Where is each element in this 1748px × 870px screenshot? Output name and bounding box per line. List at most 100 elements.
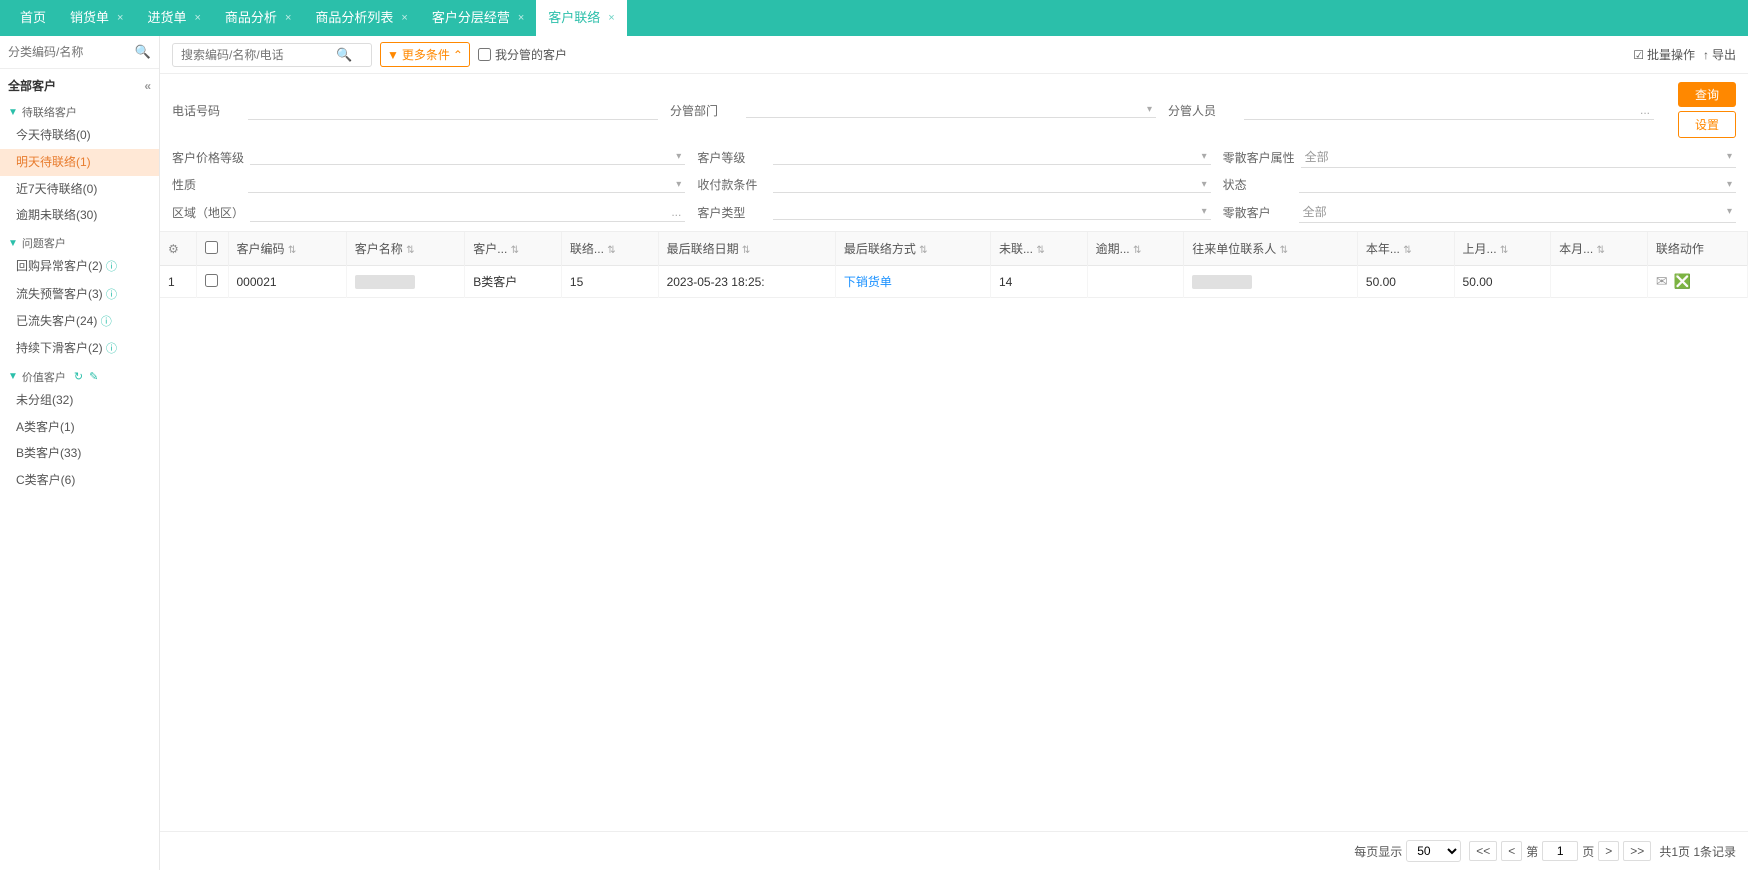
sort-icon-overdue[interactable]: ⇅ xyxy=(1133,245,1141,256)
chevron-down-icon-8: ▾ xyxy=(1202,206,1207,217)
filter-more-btn[interactable]: ▼ 更多条件 ⌃ xyxy=(380,42,470,67)
td-this-month xyxy=(1551,266,1648,298)
sort-icon-unit[interactable]: ⇅ xyxy=(1280,245,1288,256)
sidebar-search-input[interactable] xyxy=(8,45,135,59)
page-size-select[interactable]: 50 10 20 100 xyxy=(1406,840,1461,862)
filter-status-select[interactable]: ▾ xyxy=(1299,177,1736,193)
sidebar-item-7days[interactable]: 近7天待联络(0) xyxy=(0,176,159,203)
sort-icon-type[interactable]: ⇅ xyxy=(511,245,519,256)
nav-customer-tier[interactable]: 客户分层经营 × xyxy=(420,0,536,36)
filter-row-1: 电话号码 分管部门 ▾ 分管人员 ... xyxy=(172,82,1736,138)
nav-product-list[interactable]: 商品分析列表 × xyxy=(303,0,419,36)
sidebar-item-overdue[interactable]: 逾期未联络(30) xyxy=(0,202,159,229)
search-box[interactable]: 🔍 xyxy=(172,43,372,67)
sort-icon-name[interactable]: ⇅ xyxy=(406,245,414,256)
last-method-link[interactable]: 下销货单 xyxy=(844,275,892,289)
chevron-down-icon-9: ▾ xyxy=(1727,206,1732,217)
first-page-btn[interactable]: << xyxy=(1469,841,1497,861)
contact-icon[interactable]: ✉ xyxy=(1656,273,1668,290)
page-number-input[interactable] xyxy=(1542,841,1578,861)
settings-icon[interactable]: ⚙ xyxy=(168,242,179,256)
nav-purchase-close[interactable]: × xyxy=(194,0,200,36)
sidebar-item-class-a[interactable]: A类客户(1) xyxy=(0,414,159,441)
export-btn[interactable]: ↑ 导出 xyxy=(1703,46,1736,63)
next-page-btn[interactable]: > xyxy=(1598,841,1619,861)
nav-product-analysis[interactable]: 商品分析 × xyxy=(213,0,303,36)
th-type: 客户... ⇅ xyxy=(465,232,562,266)
search-input[interactable] xyxy=(181,48,336,62)
nav-sales[interactable]: 销货单 × xyxy=(58,0,135,36)
sort-icon-year[interactable]: ⇅ xyxy=(1403,245,1411,256)
prev-page-btn[interactable]: < xyxy=(1501,841,1522,861)
sidebar-item-unclassified[interactable]: 未分组(32) xyxy=(0,387,159,414)
filter-region-select[interactable]: ... xyxy=(250,203,685,222)
filter-customer-type-select[interactable]: ▾ xyxy=(773,204,1210,220)
nav-purchase[interactable]: 进货单 × xyxy=(135,0,212,36)
sidebar-item-declining[interactable]: 持续下滑客户(2) ⓘ xyxy=(0,335,159,362)
triangle-icon: ▼ xyxy=(8,107,18,118)
sidebar-item-class-c[interactable]: C类客户(6) xyxy=(0,467,159,494)
filter-retail-customer-select[interactable]: 全部 ▾ xyxy=(1299,201,1736,223)
filter-retail-attr-select[interactable]: 全部 ▾ xyxy=(1301,146,1736,168)
sidebar-search-icon[interactable]: 🔍 xyxy=(135,44,151,60)
sidebar-item-churn-warning[interactable]: 流失预警客户(3) ⓘ xyxy=(0,281,159,308)
sidebar-search-bar[interactable]: 🔍 xyxy=(0,36,159,69)
sort-icon-thismonth[interactable]: ⇅ xyxy=(1597,245,1605,256)
nav-product-list-close[interactable]: × xyxy=(401,0,407,36)
filter-row-2: 客户价格等级 ▾ 客户等级 ▾ 零散客户属性 全部 xyxy=(172,146,1736,168)
filter-customer-grade-select[interactable]: ▾ xyxy=(773,149,1210,165)
th-uncontact: 未联... ⇅ xyxy=(990,232,1087,266)
toolbar: 🔍 ▼ 更多条件 ⌃ 我分管的客户 ☑ 批量操作 ↑ 导出 xyxy=(160,36,1748,74)
sort-icon-lastmethod[interactable]: ⇅ xyxy=(919,245,927,256)
sidebar-item-tomorrow[interactable]: 明天待联络(1) xyxy=(0,149,159,176)
sidebar: 🔍 全部客户 « ▼ 待联络客户 今天待联络(0) 明天待联络(1) 近7天待联… xyxy=(0,36,160,870)
filter-customer-level-select[interactable]: ▾ xyxy=(250,149,685,165)
filter-phone-input[interactable] xyxy=(248,101,658,120)
td-action: ✉ ❎ xyxy=(1647,266,1747,298)
search-icon[interactable]: 🔍 xyxy=(336,47,352,63)
nav-sales-close[interactable]: × xyxy=(117,0,123,36)
query-button[interactable]: 查询 xyxy=(1678,82,1736,107)
filter-retail-attr: 零散客户属性 全部 ▾ xyxy=(1223,146,1736,168)
sidebar-item-churned[interactable]: 已流失客户(24) ⓘ xyxy=(0,308,159,335)
th-last-month: 上月... ⇅ xyxy=(1454,232,1551,266)
row-checkbox[interactable] xyxy=(205,274,218,287)
chevron-down-icon-3: ▾ xyxy=(1202,151,1207,162)
nav-home[interactable]: 首页 xyxy=(8,0,58,36)
filter-dept-select[interactable]: ▾ xyxy=(746,102,1156,118)
filter-customer-type: 客户类型 ▾ xyxy=(697,204,1210,221)
sort-icon-lastmonth[interactable]: ⇅ xyxy=(1500,245,1508,256)
sort-icon-lastdate[interactable]: ⇅ xyxy=(742,245,750,256)
sort-icon-code[interactable]: ⇅ xyxy=(288,245,296,256)
sort-icon-uncontact[interactable]: ⇅ xyxy=(1036,245,1044,256)
filter-nature-select[interactable]: ▾ xyxy=(248,177,685,193)
nav-product-analysis-close[interactable]: × xyxy=(285,0,291,36)
batch-btn[interactable]: ☑ 批量操作 xyxy=(1633,46,1695,63)
last-page-btn[interactable]: >> xyxy=(1623,841,1651,861)
td-overdue xyxy=(1087,266,1184,298)
nav-customer-contact-close[interactable]: × xyxy=(608,0,614,36)
filter-person-select[interactable]: ... xyxy=(1244,101,1654,120)
filter-payment-select[interactable]: ▾ xyxy=(773,177,1210,193)
set-button[interactable]: 设置 xyxy=(1678,111,1736,138)
my-customers-checkbox-label[interactable]: 我分管的客户 xyxy=(478,46,567,63)
nav-customer-contact[interactable]: 客户联络 × xyxy=(536,0,626,36)
sidebar-item-repurchase-anomaly[interactable]: 回购异常客户(2) ⓘ xyxy=(0,253,159,280)
td-name xyxy=(346,266,465,298)
table-wrap: ⚙ 客户编码 ⇅ 客户名称 ⇅ xyxy=(160,232,1748,831)
th-last-method: 最后联络方式 ⇅ xyxy=(835,232,990,266)
content-area: 🔍 ▼ 更多条件 ⌃ 我分管的客户 ☑ 批量操作 ↑ 导出 xyxy=(160,36,1748,870)
sidebar-item-today[interactable]: 今天待联络(0) xyxy=(0,122,159,149)
batch-checkbox-icon: ☑ xyxy=(1633,48,1644,62)
sidebar-item-class-b[interactable]: B类客户(33) xyxy=(0,440,159,467)
nav-customer-tier-close[interactable]: × xyxy=(518,0,524,36)
th-this-year: 本年... ⇅ xyxy=(1357,232,1454,266)
more-icon[interactable]: ❎ xyxy=(1674,273,1691,290)
sidebar-collapse-icon[interactable]: « xyxy=(144,79,151,93)
top-nav: 首页 销货单 × 进货单 × 商品分析 × 商品分析列表 × 客户分层经营 × … xyxy=(0,0,1748,36)
sort-icon-contact[interactable]: ⇅ xyxy=(607,245,615,256)
edit-icon[interactable]: ✎ xyxy=(89,370,98,383)
select-all-checkbox[interactable] xyxy=(205,241,218,254)
my-customers-checkbox[interactable] xyxy=(478,48,491,61)
refresh-icon[interactable]: ↻ xyxy=(74,370,83,383)
